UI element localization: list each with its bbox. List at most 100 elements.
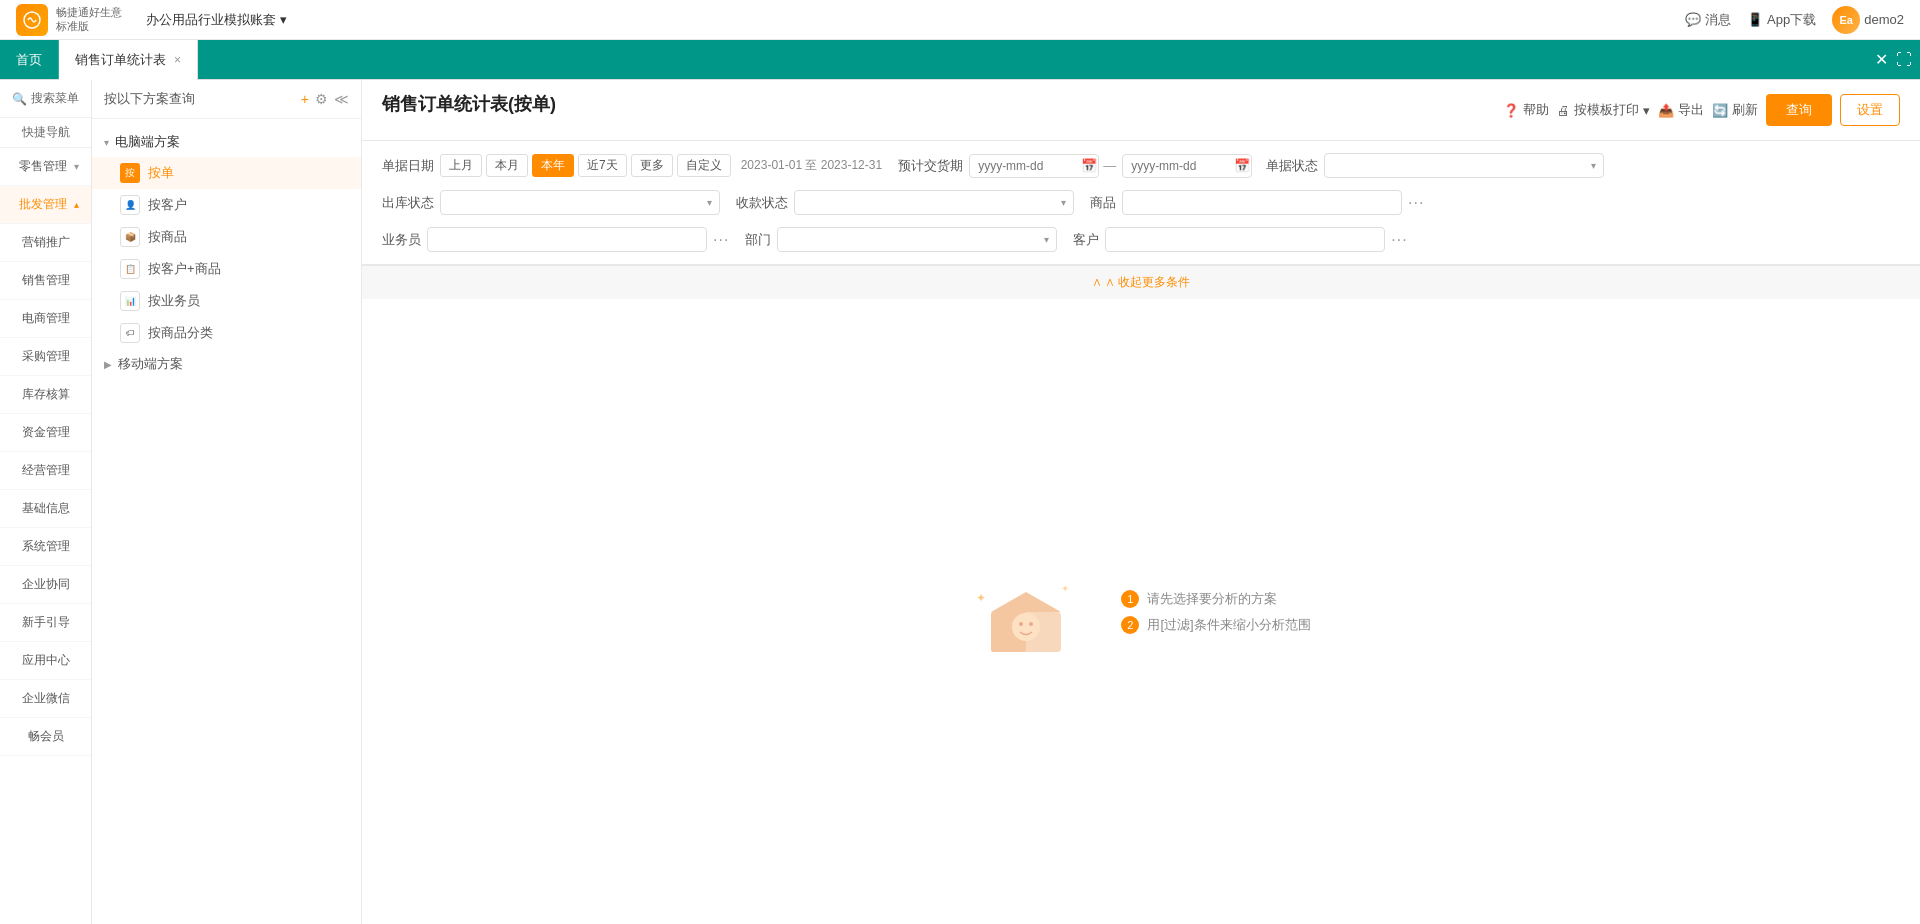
tree-item-按商品[interactable]: 📦 按商品 bbox=[92, 221, 361, 253]
sidebar-item-newbie[interactable]: 新手引导 bbox=[0, 604, 91, 642]
sidebar-item-marketing[interactable]: 营销推广 bbox=[0, 224, 91, 262]
date-from-wrapper: 📅 bbox=[969, 154, 1097, 178]
chevron-down-icon: ▾ bbox=[280, 12, 287, 27]
settings-scheme-icon[interactable]: ⚙ bbox=[315, 91, 328, 107]
delivery-status-select[interactable] bbox=[440, 190, 720, 215]
tree-item-按业务员[interactable]: 📊 按业务员 bbox=[92, 285, 361, 317]
customer-group: 客户 ··· bbox=[1073, 227, 1407, 252]
top-bar-left: 畅捷通好生意 标准版 办公用品行业模拟账套 ▾ bbox=[16, 4, 287, 36]
delivery-status-group: 出库状态 bbox=[382, 190, 720, 215]
sidebar-item-operations[interactable]: 经营管理 bbox=[0, 452, 91, 490]
svg-text:✦: ✦ bbox=[1061, 583, 1069, 594]
close-window-icon[interactable]: ✕ bbox=[1875, 50, 1888, 69]
sidebar: 🔍 搜索菜单 快捷导航 零售管理 ▾ 批发管理 ▴ 营销推广 销售管理 电商管理… bbox=[0, 80, 92, 924]
hint-num-1: 1 bbox=[1121, 590, 1139, 608]
page-title: 销售订单统计表(按单) bbox=[382, 92, 556, 128]
message-button[interactable]: 💬 消息 bbox=[1685, 11, 1731, 29]
svg-point-5 bbox=[1019, 622, 1023, 626]
date-from-input[interactable] bbox=[969, 154, 1099, 178]
salesperson-more-icon[interactable]: ··· bbox=[713, 231, 729, 249]
sidebar-item-purchase[interactable]: 采购管理 bbox=[0, 338, 91, 376]
payment-status-select-wrapper bbox=[794, 190, 1074, 215]
refresh-button[interactable]: 🔄 刷新 bbox=[1712, 94, 1758, 126]
date-btn-this-year[interactable]: 本年 bbox=[532, 154, 574, 177]
goods-input[interactable] bbox=[1122, 190, 1402, 215]
tab-close-icon[interactable]: × bbox=[174, 53, 181, 67]
restore-window-icon[interactable]: ⛶ bbox=[1896, 51, 1912, 69]
add-scheme-icon[interactable]: + bbox=[301, 91, 309, 107]
query-button[interactable]: 查询 bbox=[1766, 94, 1832, 126]
help-button[interactable]: ❓ 帮助 bbox=[1503, 94, 1549, 126]
print-icon: 🖨 bbox=[1557, 103, 1570, 118]
action-btn-group: ❓ 帮助 🖨 按模板打印 ▾ 📤 导出 🔄 刷新 查询 设置 bbox=[1503, 94, 1900, 126]
mobile-section: ▶ 移动端方案 bbox=[92, 349, 361, 379]
sidebar-item-member[interactable]: 畅会员 bbox=[0, 718, 91, 756]
right-content: 销售订单统计表(按单) ❓ 帮助 🖨 按模板打印 ▾ 📤 导出 🔄 刷新 bbox=[362, 80, 1920, 924]
expected-delivery-group: 预计交货期 📅 — 📅 bbox=[898, 154, 1250, 178]
department-group: 部门 bbox=[745, 227, 1057, 252]
salesperson-label: 业务员 bbox=[382, 231, 421, 249]
pc-section: ▾ 电脑端方案 按 按单 👤 按客户 📦 按商品 📋 按客户+商品 bbox=[92, 127, 361, 349]
date-to-input[interactable] bbox=[1122, 154, 1252, 178]
collapse-panel-icon[interactable]: ≪ bbox=[334, 91, 349, 107]
mobile-section-header[interactable]: ▶ 移动端方案 bbox=[92, 349, 361, 379]
customer-more-icon[interactable]: ··· bbox=[1391, 231, 1407, 249]
sidebar-item-wechat[interactable]: 企业微信 bbox=[0, 680, 91, 718]
tab-sales-order-stats[interactable]: 销售订单统计表 × bbox=[59, 40, 198, 80]
sidebar-item-sales[interactable]: 销售管理 bbox=[0, 262, 91, 300]
sidebar-item-app-center[interactable]: 应用中心 bbox=[0, 642, 91, 680]
sidebar-item-ecommerce[interactable]: 电商管理 bbox=[0, 300, 91, 338]
tree-item-按客户[interactable]: 👤 按客户 bbox=[92, 189, 361, 221]
tree-item-按单[interactable]: 按 按单 bbox=[92, 157, 361, 189]
workspace-selector[interactable]: 办公用品行业模拟账套 ▾ bbox=[146, 11, 287, 29]
sidebar-item-inventory[interactable]: 库存核算 bbox=[0, 376, 91, 414]
tree-item-按商品分类[interactable]: 🏷 按商品分类 bbox=[92, 317, 361, 349]
svg-text:✦: ✦ bbox=[976, 591, 986, 605]
logo-text: 畅捷通好生意 标准版 bbox=[56, 6, 122, 32]
pc-section-label: 电脑端方案 bbox=[115, 133, 180, 151]
date-btn-custom[interactable]: 自定义 bbox=[677, 154, 731, 177]
doc-status-select[interactable] bbox=[1324, 153, 1604, 178]
user-profile[interactable]: Ea demo2 bbox=[1832, 6, 1904, 34]
quick-nav-button[interactable]: 快捷导航 bbox=[0, 118, 91, 148]
svg-point-6 bbox=[1029, 622, 1033, 626]
print-button[interactable]: 🖨 按模板打印 ▾ bbox=[1557, 94, 1650, 126]
sidebar-item-finance[interactable]: 资金管理 bbox=[0, 414, 91, 452]
pc-section-header[interactable]: ▾ 电脑端方案 bbox=[92, 127, 361, 157]
goods-group: 商品 ··· bbox=[1090, 190, 1424, 215]
salesperson-input[interactable] bbox=[427, 227, 707, 252]
left-panel: 按以下方案查询 + ⚙ ≪ ▾ 电脑端方案 按 按单 👤 按客户 bbox=[92, 80, 362, 924]
scheme-icon-按单: 按 bbox=[120, 163, 140, 183]
salesperson-group: 业务员 ··· bbox=[382, 227, 729, 252]
sidebar-item-system[interactable]: 系统管理 bbox=[0, 528, 91, 566]
goods-more-icon[interactable]: ··· bbox=[1408, 194, 1424, 212]
department-select[interactable] bbox=[777, 227, 1057, 252]
customer-input[interactable] bbox=[1105, 227, 1385, 252]
collapse-bar[interactable]: ∧ ∧ 收起更多条件 bbox=[362, 265, 1920, 299]
scheme-icon-按商品: 📦 bbox=[120, 227, 140, 247]
doc-status-group: 单据状态 bbox=[1266, 153, 1604, 178]
chevron-right-icon: ▾ bbox=[74, 161, 79, 172]
date-btn-this-month[interactable]: 本月 bbox=[486, 154, 528, 177]
tab-home[interactable]: 首页 bbox=[0, 40, 59, 80]
delivery-status-label: 出库状态 bbox=[382, 194, 434, 212]
filter-row-1: 单据日期 上月 本月 本年 近7天 更多 自定义 2023-01-01 至 20… bbox=[382, 153, 1900, 178]
hint-item-1: 1 请先选择要分析的方案 bbox=[1121, 590, 1310, 608]
sidebar-item-basic[interactable]: 基础信息 bbox=[0, 490, 91, 528]
empty-hints: 1 请先选择要分析的方案 2 用[过滤]条件来缩小分析范围 bbox=[1121, 590, 1310, 634]
date-btn-more[interactable]: 更多 bbox=[631, 154, 673, 177]
date-btn-last-month[interactable]: 上月 bbox=[440, 154, 482, 177]
sidebar-item-enterprise[interactable]: 企业协同 bbox=[0, 566, 91, 604]
tab-bar-controls: ✕ ⛶ bbox=[1875, 50, 1920, 69]
app-download-button[interactable]: 📱 App下载 bbox=[1747, 11, 1816, 29]
filter-row-3: 业务员 ··· 部门 客户 ··· bbox=[382, 227, 1900, 252]
tree-item-按客户加商品[interactable]: 📋 按客户+商品 bbox=[92, 253, 361, 285]
sidebar-item-wholesale[interactable]: 批发管理 ▴ bbox=[0, 186, 91, 224]
date-btn-last-7-days[interactable]: 近7天 bbox=[578, 154, 627, 177]
date-to-wrapper: 📅 bbox=[1122, 154, 1250, 178]
sidebar-item-retail[interactable]: 零售管理 ▾ bbox=[0, 148, 91, 186]
export-button[interactable]: 📤 导出 bbox=[1658, 94, 1704, 126]
search-menu-button[interactable]: 🔍 搜索菜单 bbox=[0, 80, 91, 118]
settings-button[interactable]: 设置 bbox=[1840, 94, 1900, 126]
payment-status-select[interactable] bbox=[794, 190, 1074, 215]
